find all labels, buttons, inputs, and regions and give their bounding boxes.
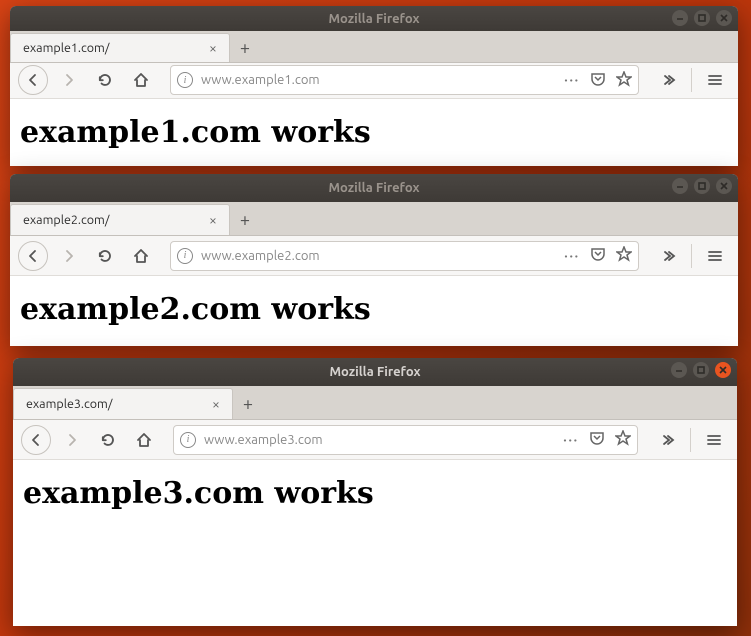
overflow-menu-icon[interactable] [653, 65, 683, 95]
window-titlebar[interactable]: Mozilla Firefox [10, 174, 738, 202]
browser-tab[interactable]: example2.com/ × [10, 204, 230, 235]
close-button[interactable] [716, 10, 732, 26]
site-info-icon[interactable]: i [177, 72, 193, 88]
tab-strip: example2.com/ × + [10, 202, 738, 236]
page-content: example3.com works [13, 460, 737, 626]
site-info-icon[interactable]: i [177, 248, 193, 264]
maximize-button[interactable] [693, 362, 709, 378]
url-actions: ··· [564, 71, 632, 90]
tab-label: example3.com/ [26, 397, 208, 411]
browser-tab[interactable]: example1.com/ × [10, 33, 230, 61]
tab-label: example1.com/ [23, 41, 205, 55]
forward-button[interactable] [57, 425, 87, 455]
page-heading: example3.com works [23, 476, 727, 511]
toolbar-divider [691, 68, 692, 92]
overflow-menu-icon[interactable] [652, 425, 682, 455]
window-titlebar[interactable]: Mozilla Firefox [10, 6, 738, 31]
overflow-menu-icon[interactable] [653, 241, 683, 271]
url-actions: ··· [564, 246, 632, 265]
new-tab-button[interactable]: + [233, 388, 263, 419]
minimize-button[interactable] [671, 362, 687, 378]
back-button[interactable] [21, 425, 51, 455]
navigation-toolbar: i www.example2.com ··· [10, 236, 738, 276]
minimize-button[interactable] [672, 10, 688, 26]
forward-button[interactable] [54, 241, 84, 271]
window-title: Mozilla Firefox [329, 365, 420, 379]
bookmark-star-icon[interactable] [616, 71, 632, 90]
browser-window: Mozilla Firefox example2.com/ × + i www.… [10, 174, 738, 346]
window-controls [672, 10, 732, 26]
toolbar-divider [691, 244, 692, 268]
window-controls [671, 362, 731, 378]
home-button[interactable] [129, 425, 159, 455]
window-controls [672, 178, 732, 194]
page-content: example2.com works [10, 276, 738, 346]
window-title: Mozilla Firefox [328, 12, 419, 26]
reload-button[interactable] [90, 65, 120, 95]
back-button[interactable] [18, 241, 48, 271]
tab-close-icon[interactable]: × [208, 396, 224, 412]
browser-tab[interactable]: example3.com/ × [13, 388, 233, 419]
forward-button[interactable] [54, 65, 84, 95]
url-text: www.example1.com [201, 73, 556, 87]
new-tab-button[interactable]: + [230, 33, 260, 61]
close-button[interactable] [715, 362, 731, 378]
page-actions-icon[interactable]: ··· [564, 249, 580, 263]
url-text: www.example2.com [201, 249, 556, 263]
back-button[interactable] [18, 65, 48, 95]
pocket-icon[interactable] [590, 246, 606, 265]
new-tab-button[interactable]: + [230, 204, 260, 235]
bookmark-star-icon[interactable] [616, 246, 632, 265]
bookmark-star-icon[interactable] [615, 430, 631, 449]
url-text: www.example3.com [204, 433, 555, 447]
toolbar-divider [690, 428, 691, 452]
browser-window: Mozilla Firefox example3.com/ × + i www.… [13, 358, 737, 626]
home-button[interactable] [126, 65, 156, 95]
home-button[interactable] [126, 241, 156, 271]
hamburger-menu-icon[interactable] [700, 241, 730, 271]
page-content: example1.com works [10, 99, 738, 166]
pocket-icon[interactable] [589, 430, 605, 449]
url-bar[interactable]: i www.example3.com ··· [173, 425, 638, 455]
window-title: Mozilla Firefox [328, 181, 419, 195]
site-info-icon[interactable]: i [180, 432, 196, 448]
hamburger-menu-icon[interactable] [700, 65, 730, 95]
navigation-toolbar: i www.example1.com ··· [10, 63, 738, 99]
navigation-toolbar: i www.example3.com ··· [13, 420, 737, 460]
url-actions: ··· [563, 430, 631, 449]
tab-label: example2.com/ [23, 213, 205, 227]
reload-button[interactable] [90, 241, 120, 271]
maximize-button[interactable] [694, 10, 710, 26]
url-bar[interactable]: i www.example1.com ··· [170, 65, 639, 95]
window-titlebar[interactable]: Mozilla Firefox [13, 358, 737, 386]
tab-close-icon[interactable]: × [205, 40, 221, 56]
reload-button[interactable] [93, 425, 123, 455]
maximize-button[interactable] [694, 178, 710, 194]
tab-strip: example1.com/ × + [10, 31, 738, 62]
page-heading: example1.com works [20, 115, 728, 150]
close-button[interactable] [716, 178, 732, 194]
hamburger-menu-icon[interactable] [699, 425, 729, 455]
minimize-button[interactable] [672, 178, 688, 194]
page-actions-icon[interactable]: ··· [563, 433, 579, 447]
page-actions-icon[interactable]: ··· [564, 73, 580, 87]
browser-window: Mozilla Firefox example1.com/ × + i www.… [10, 6, 738, 166]
pocket-icon[interactable] [590, 71, 606, 90]
tab-strip: example3.com/ × + [13, 386, 737, 420]
url-bar[interactable]: i www.example2.com ··· [170, 241, 639, 271]
tab-close-icon[interactable]: × [205, 212, 221, 228]
page-heading: example2.com works [20, 292, 728, 327]
